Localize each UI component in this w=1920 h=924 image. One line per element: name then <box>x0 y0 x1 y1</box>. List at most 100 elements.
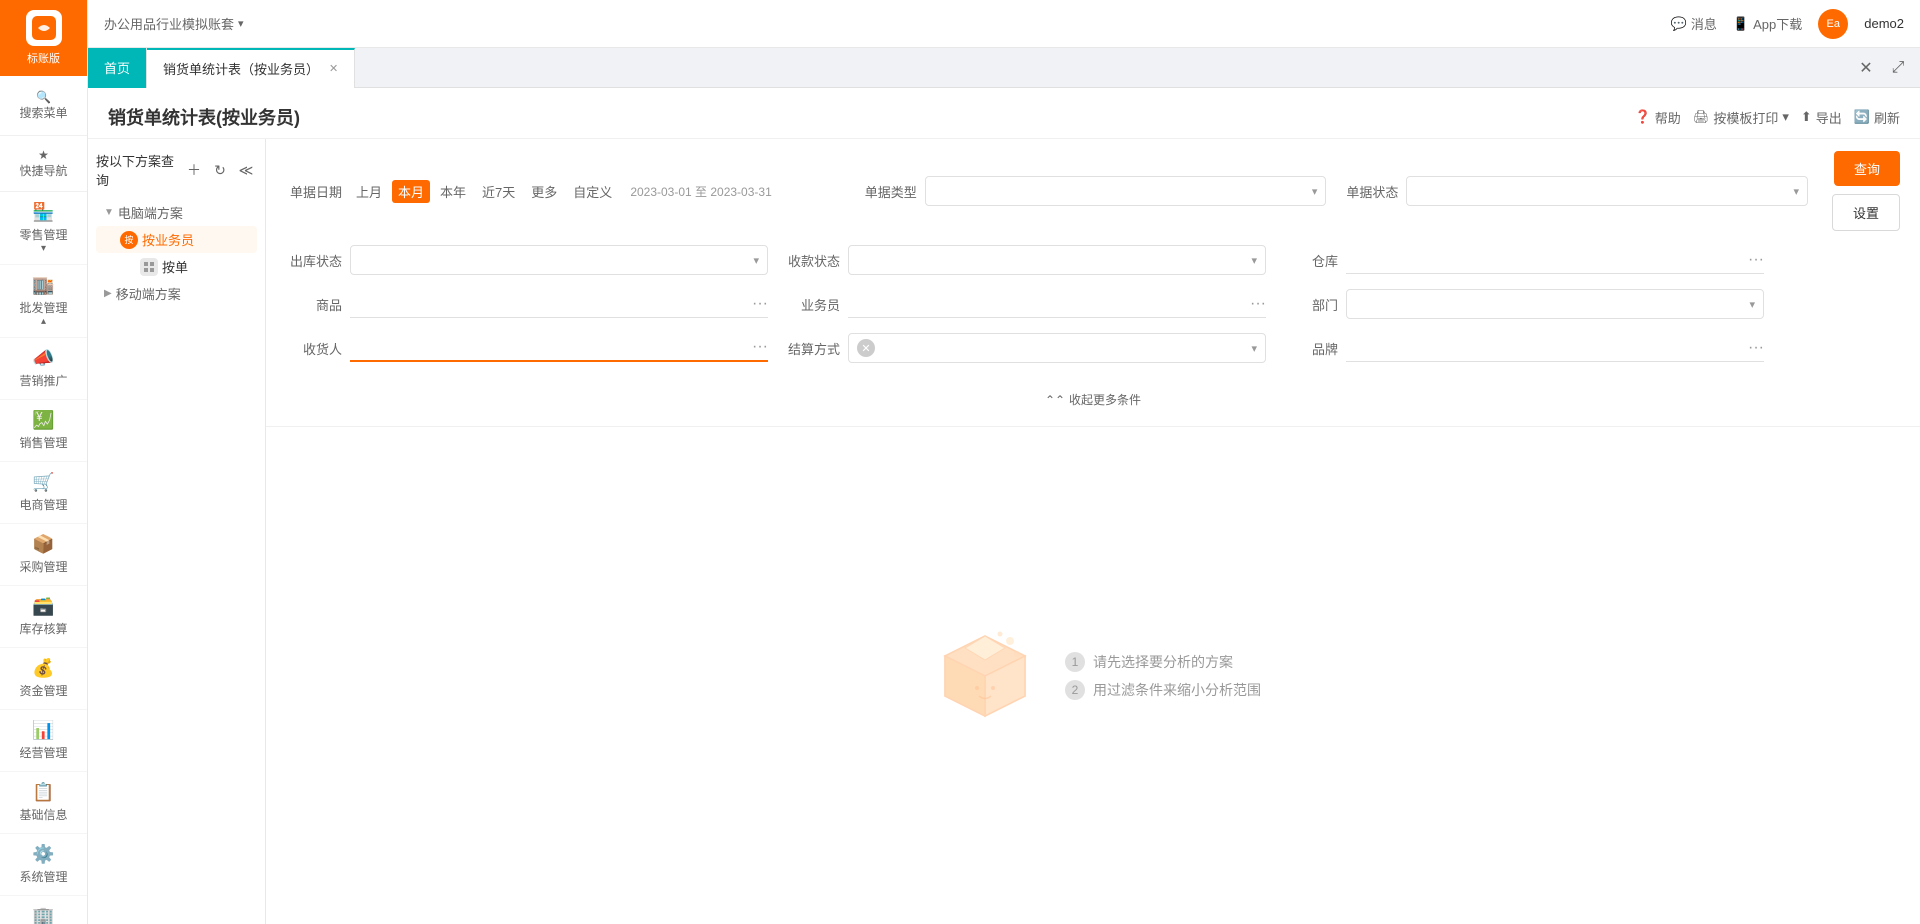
page-title: 销货单统计表(按业务员) <box>108 104 300 130</box>
tab-sales-stat[interactable]: 销货单统计表（按业务员） ✕ <box>147 48 355 88</box>
brand-control: ··· <box>1346 335 1764 362</box>
settlement-clear-icon[interactable]: ✕ <box>857 339 875 357</box>
date-tab-this-year[interactable]: 本年 <box>434 180 472 203</box>
warehouse-dots[interactable]: ··· <box>1748 251 1764 269</box>
collapse-icon: ⌃⌃ <box>1045 393 1065 407</box>
tab-home[interactable]: 首页 <box>88 48 147 88</box>
consignee-input[interactable] <box>350 340 752 355</box>
message-button[interactable]: 💬 消息 <box>1671 14 1717 33</box>
date-tab-last-month[interactable]: 上月 <box>350 180 388 203</box>
consignee-dots[interactable]: ··· <box>752 338 768 356</box>
date-tabs-group: 上月 本月 本年 近7天 更多 自定义 2023-03-01 至 2023-03… <box>350 180 772 203</box>
sidebar-item-inventory[interactable]: 🗃️ 库存核算 <box>0 586 87 648</box>
empty-tips: 1 请先选择要分析的方案 2 用过滤条件来缩小分析范围 <box>1065 652 1261 700</box>
export-button[interactable]: ⬆ 导出 <box>1801 108 1842 127</box>
tab-close-button[interactable]: ✕ <box>329 62 338 75</box>
sidebar-item-enterprise[interactable]: 🏢 企业协同 <box>0 896 87 924</box>
sidebar-item-marketing[interactable]: 📣 营销推广 <box>0 338 87 400</box>
sidebar-item-wholesale[interactable]: 🏬 批发管理 ▴ <box>0 265 87 338</box>
settlement-dropdown[interactable]: ✕ ▾ <box>848 333 1266 363</box>
scheme-icon-order <box>140 258 158 276</box>
empty-illustration <box>925 616 1045 736</box>
filter-section: 单据日期 上月 本月 本年 近7天 更多 自定义 2023-03-01 至 20… <box>266 139 1920 427</box>
quick-nav-button[interactable]: ★ 快捷导航 <box>6 142 81 185</box>
date-tab-custom[interactable]: 自定义 <box>567 180 618 203</box>
home-tab-label: 首页 <box>104 58 130 77</box>
empty-tip-2: 2 用过滤条件来缩小分析范围 <box>1065 680 1261 700</box>
ecommerce-icon: 🛒 <box>32 472 54 493</box>
dept-filter: 部门 ▾ <box>1282 289 1764 319</box>
tree-mobile-expand-icon: ▶ <box>104 288 112 299</box>
basic-icon: 📋 <box>32 782 54 803</box>
tab-close-all-button[interactable]: ✕ <box>1852 54 1880 82</box>
goods-filter: 商品 ··· <box>286 291 768 318</box>
avatar[interactable]: Ea <box>1818 9 1848 39</box>
sidebar-item-purchase[interactable]: 📦 采购管理 <box>0 524 87 586</box>
collapse-panel-button[interactable]: ≪ <box>235 159 257 181</box>
sidebar-item-basic[interactable]: 📋 基础信息 <box>0 772 87 834</box>
order-type-dropdown[interactable]: ▾ <box>925 176 1327 206</box>
sidebar-item-finance[interactable]: 💰 资金管理 <box>0 648 87 710</box>
template-print-button[interactable]: 🖨 按模板打印 ▾ <box>1693 108 1789 127</box>
sidebar-item-operations[interactable]: 📊 经营管理 <box>0 710 87 772</box>
order-status-dropdown[interactable]: ▾ <box>1406 176 1808 206</box>
account-dropdown[interactable]: 办公用品行业模拟账套 ▾ <box>104 14 244 33</box>
search-menu-button[interactable]: 🔍 搜索菜单 <box>6 84 81 127</box>
export-icon: ⬆ <box>1801 109 1812 125</box>
message-icon: 💬 <box>1671 16 1687 32</box>
sidebar-item-ecommerce[interactable]: 🛒 电商管理 <box>0 462 87 524</box>
filter-row-4: 收货人 ··· 结算方式 ✕ ▾ <box>286 333 1900 363</box>
left-panel: 按以下方案查询 ＋ ↻ ≪ ▼ 电脑端方案 按 按业务员 <box>88 139 266 924</box>
dept-dropdown[interactable]: ▾ <box>1346 289 1764 319</box>
tree-item-by-order[interactable]: 按单 <box>96 253 257 280</box>
tab-actions: ✕ ⤢ <box>1852 54 1920 82</box>
refresh-scheme-button[interactable]: ↻ <box>209 159 231 181</box>
date-filter-item: 单据日期 上月 本月 本年 近7天 更多 自定义 2023-03-01 至 20… <box>286 180 845 203</box>
logo-text: 标账版 <box>27 50 60 66</box>
content-wrapper: 按以下方案查询 ＋ ↻ ≪ ▼ 电脑端方案 按 按业务员 <box>88 139 1920 924</box>
date-tab-last-7-days[interactable]: 近7天 <box>476 180 521 203</box>
refresh-button[interactable]: 🔄 刷新 <box>1854 108 1900 127</box>
inventory-icon: 🗃️ <box>32 596 54 617</box>
tab-maximize-button[interactable]: ⤢ <box>1884 54 1912 82</box>
chevron-up-icon: ▴ <box>41 316 46 327</box>
right-content: 单据日期 上月 本月 本年 近7天 更多 自定义 2023-03-01 至 20… <box>266 139 1920 924</box>
app-download-button[interactable]: 📱 App下载 <box>1733 14 1802 33</box>
order-type-filter: 单据类型 ▾ <box>861 176 1327 206</box>
add-scheme-button[interactable]: ＋ <box>183 159 205 181</box>
sidebar-item-retail[interactable]: 🏪 零售管理 ▾ <box>0 192 87 265</box>
operations-icon: 📊 <box>32 720 54 741</box>
query-button[interactable]: 查询 <box>1834 151 1900 186</box>
brand-filter: 品牌 ··· <box>1282 335 1764 362</box>
tree-group-mobile[interactable]: ▶ 移动端方案 <box>96 280 257 307</box>
warehouse-control: ··· <box>1346 247 1764 274</box>
date-range-display: 2023-03-01 至 2023-03-31 <box>630 183 771 200</box>
recv-status-dropdown[interactable]: ▾ <box>848 245 1266 275</box>
tree-group-desktop[interactable]: ▼ 电脑端方案 <box>96 199 257 226</box>
recv-status-chevron-icon: ▾ <box>1251 254 1257 267</box>
scheme-icon-salesman: 按 <box>120 231 138 249</box>
collapse-button[interactable]: ⌃⌃ 收起更多条件 <box>1045 385 1141 414</box>
sidebar-item-sales[interactable]: 💹 销售管理 <box>0 400 87 462</box>
logo-area: 标账版 <box>0 0 87 76</box>
empty-tip-1: 1 请先选择要分析的方案 <box>1065 652 1261 672</box>
brand-dots[interactable]: ··· <box>1748 339 1764 357</box>
date-tab-more[interactable]: 更多 <box>525 180 563 203</box>
salesman-dots[interactable]: ··· <box>1250 295 1266 313</box>
settlement-filter: 结算方式 ✕ ▾ <box>784 333 1266 363</box>
marketing-icon: 📣 <box>32 348 54 369</box>
dept-label: 部门 <box>1282 295 1338 314</box>
setting-button[interactable]: 设置 <box>1832 194 1900 231</box>
wholesale-icon: 🏬 <box>32 275 54 296</box>
query-btn-col: 查询 设置 <box>1824 151 1900 231</box>
help-button[interactable]: ❓ 帮助 <box>1635 108 1681 127</box>
tree-item-by-salesman[interactable]: 按 按业务员 <box>96 226 257 253</box>
out-status-dropdown[interactable]: ▾ <box>350 245 768 275</box>
recv-status-filter: 收款状态 ▾ <box>784 245 1266 275</box>
date-tab-this-month[interactable]: 本月 <box>392 180 430 203</box>
sidebar-item-system[interactable]: ⚙️ 系统管理 <box>0 834 87 896</box>
refresh-icon: 🔄 <box>1854 109 1870 125</box>
retail-icon: 🏪 <box>32 202 54 223</box>
goods-control: ··· <box>350 291 768 318</box>
goods-dots[interactable]: ··· <box>752 295 768 313</box>
